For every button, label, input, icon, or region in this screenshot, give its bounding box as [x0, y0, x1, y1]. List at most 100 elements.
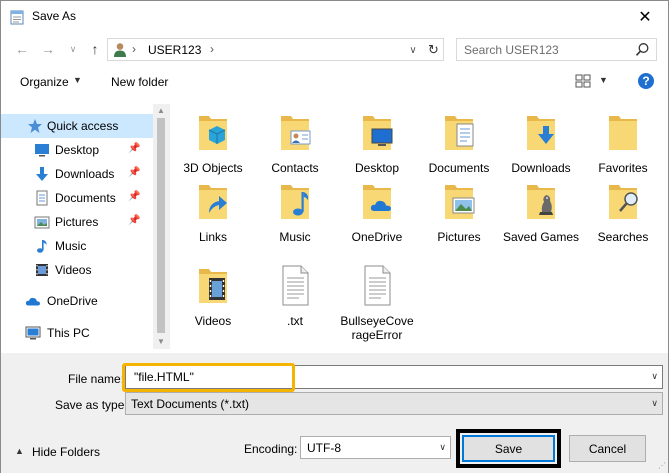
- chevron-down-icon: ∨: [69, 43, 77, 54]
- nav-item-documents[interactable]: Documents 📌: [1, 186, 153, 210]
- cancel-button[interactable]: Cancel: [569, 435, 646, 462]
- desktop-icon: [34, 142, 50, 158]
- nav-item-this-pc[interactable]: This PC: [1, 321, 153, 345]
- refresh-icon[interactable]: ↻: [425, 41, 442, 58]
- folder-desktop[interactable]: Desktop: [336, 104, 418, 176]
- file-txt[interactable]: .txt: [254, 257, 336, 329]
- help-button[interactable]: ?: [638, 73, 654, 89]
- folder-saved-games[interactable]: Saved Games: [500, 173, 582, 245]
- folder-videos[interactable]: Videos: [172, 257, 254, 329]
- chevron-down-icon[interactable]: ∨: [651, 371, 658, 382]
- save-as-type-value: Text Documents (*.txt): [131, 397, 250, 411]
- folder-saved-games-icon: [527, 185, 555, 219]
- back-button[interactable]: ←: [12, 39, 32, 59]
- nav-item-label: Desktop: [55, 143, 100, 157]
- arrow-up-icon: ↑: [91, 41, 99, 57]
- search-input[interactable]: Search USER123: [456, 38, 657, 61]
- resize-grip-icon[interactable]: ⋰: [658, 461, 666, 470]
- caret-up-icon[interactable]: ▲: [15, 446, 24, 456]
- folder-desktop-icon: [363, 116, 393, 150]
- folder-documents[interactable]: Documents: [418, 104, 500, 176]
- nav-item-videos[interactable]: Videos: [1, 258, 153, 282]
- address-dropdown-icon[interactable]: ∨: [405, 42, 421, 58]
- encoding-label: Encoding:: [244, 442, 298, 456]
- navigation-pane-scrollbar[interactable]: ▲ ▼: [153, 104, 170, 349]
- folder-contacts[interactable]: Contacts: [254, 104, 336, 176]
- folder-downloads[interactable]: Downloads: [500, 104, 582, 176]
- file-bullseye-coverage-error[interactable]: BullseyeCoverageError: [336, 257, 418, 342]
- chevron-down-icon[interactable]: ▼: [73, 75, 82, 85]
- file-label: OneDrive: [351, 230, 403, 244]
- nav-item-downloads[interactable]: Downloads 📌: [1, 162, 153, 186]
- file-label: Videos: [194, 314, 232, 328]
- pin-icon: 📌: [128, 191, 141, 202]
- text-file-icon: [364, 265, 391, 306]
- file-name-label: File name:: [68, 372, 125, 386]
- arrow-left-icon: ←: [15, 41, 29, 57]
- folder-pictures[interactable]: Pictures: [418, 173, 500, 245]
- nav-item-label: Downloads: [55, 167, 115, 181]
- save-as-type-select[interactable]: Text Documents (*.txt) ∨: [125, 392, 663, 415]
- nav-item-music[interactable]: Music: [1, 234, 153, 258]
- file-label: Saved Games: [502, 230, 580, 244]
- pin-icon: 📌: [128, 215, 141, 226]
- close-icon: ✕: [638, 8, 652, 26]
- encoding-select[interactable]: UTF-8 ∨: [300, 436, 451, 459]
- encoding-value: UTF-8: [307, 441, 341, 455]
- folder-searches[interactable]: Searches: [582, 173, 664, 245]
- nav-item-quick-access[interactable]: Quick access: [1, 114, 153, 138]
- change-view-icon[interactable]: [575, 74, 591, 88]
- nav-item-pictures[interactable]: Pictures 📌: [1, 210, 153, 234]
- nav-item-label: OneDrive: [47, 294, 98, 308]
- nav-item-label: Videos: [55, 263, 92, 277]
- chevron-down-icon[interactable]: ∨: [439, 442, 446, 453]
- hide-folders-button[interactable]: Hide Folders: [32, 445, 100, 459]
- folder-3d-objects[interactable]: 3D Objects: [172, 104, 254, 176]
- nav-item-desktop[interactable]: Desktop 📌: [1, 138, 153, 162]
- file-label: Pictures: [437, 230, 481, 244]
- save-as-type-label: Save as type:: [55, 398, 128, 412]
- recent-locations-button[interactable]: ∨: [63, 39, 83, 59]
- view-options-chevron-icon[interactable]: ▼: [599, 75, 608, 85]
- address-bar[interactable]: › USER123 › ∨ ↻: [107, 38, 444, 61]
- window-title: Save As: [32, 9, 77, 23]
- organize-button[interactable]: Organize: [20, 75, 69, 89]
- up-button[interactable]: ↑: [85, 39, 105, 59]
- save-options-panel: File name: "file.HTML" ∨ Save as type: T…: [1, 353, 668, 473]
- computer-icon: [25, 325, 41, 341]
- save-button[interactable]: Save: [462, 435, 555, 462]
- folder-links[interactable]: Links: [172, 173, 254, 245]
- new-folder-button[interactable]: New folder: [111, 75, 168, 89]
- breadcrumb-separator-icon[interactable]: ›: [210, 42, 214, 56]
- close-button[interactable]: ✕: [622, 1, 668, 32]
- folder-onedrive[interactable]: OneDrive: [336, 173, 418, 245]
- arrow-right-icon: →: [41, 41, 55, 57]
- file-label: Music: [279, 230, 311, 244]
- star-icon: [27, 118, 43, 134]
- scroll-up-icon[interactable]: ▲: [157, 106, 165, 115]
- folder-documents-icon: [445, 116, 474, 150]
- folder-searches-icon: [609, 185, 638, 219]
- nav-item-label: Documents: [55, 191, 116, 205]
- scrollbar-thumb[interactable]: [157, 118, 165, 333]
- folder-pictures-icon: [445, 185, 475, 219]
- navigation-pane: Quick access Desktop 📌 Downloads 📌 Docum…: [1, 104, 161, 349]
- breadcrumb-separator-icon: ›: [132, 42, 136, 56]
- folder-downloads-icon: [527, 116, 555, 150]
- breadcrumb-user[interactable]: USER123: [148, 43, 201, 57]
- nav-item-onedrive[interactable]: OneDrive: [1, 289, 153, 313]
- folder-music[interactable]: Music: [254, 173, 336, 245]
- chevron-down-icon[interactable]: ∨: [651, 398, 658, 409]
- download-icon: [34, 166, 50, 182]
- folder-favorites[interactable]: Favorites: [582, 104, 664, 176]
- navigation-bar: ← → ∨ ↑ › USER123 › ∨ ↻ Search USER123: [1, 32, 668, 66]
- scroll-down-icon[interactable]: ▼: [157, 337, 165, 346]
- file-label: BullseyeCoverageError: [340, 314, 414, 342]
- pin-icon: 📌: [128, 143, 141, 154]
- forward-button[interactable]: →: [38, 39, 58, 59]
- command-bar: Organize ▼ New folder ▼ ?: [1, 66, 668, 98]
- folder-onedrive-icon: [363, 185, 391, 219]
- music-icon: [34, 238, 50, 254]
- videos-icon: [34, 262, 50, 278]
- file-list: 3D Objects Contacts Desktop Documents Do…: [171, 98, 668, 353]
